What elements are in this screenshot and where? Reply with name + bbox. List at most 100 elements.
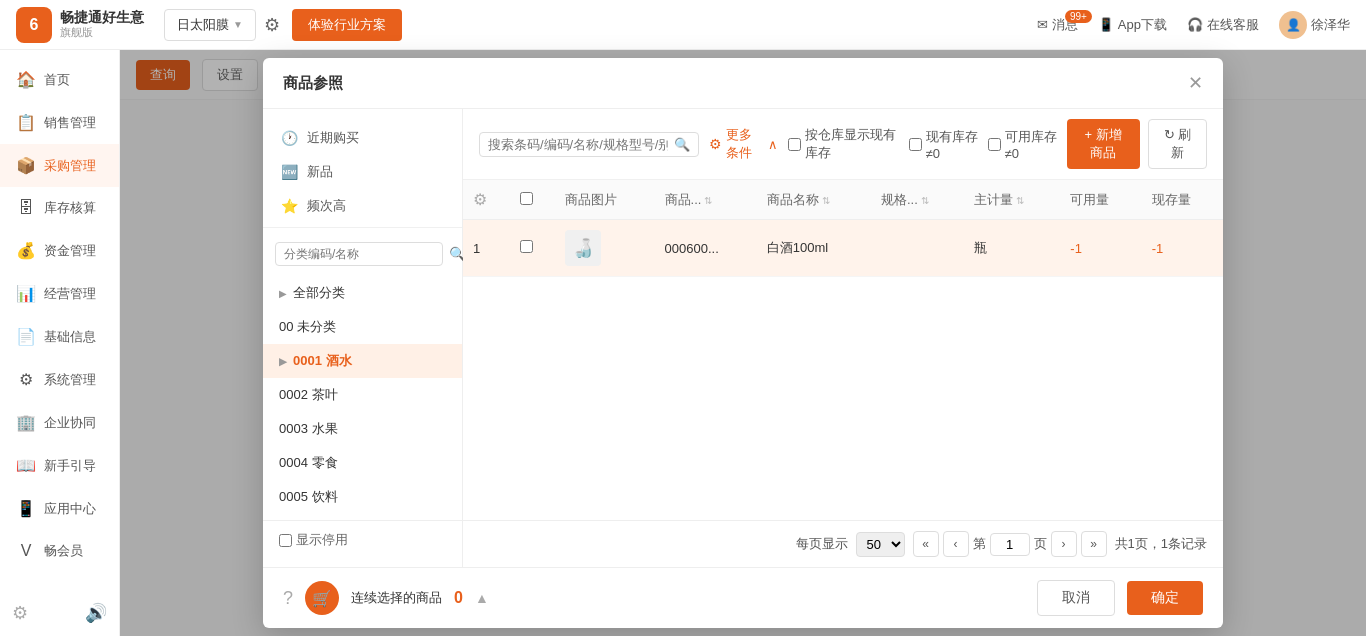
table-settings-icon[interactable]: ⚙ xyxy=(473,191,487,208)
product-table-container: ⚙ 商品图片 商品... 商品名称 规格... 主计量 可用量 现存量 xyxy=(463,180,1223,520)
collapse-icon[interactable]: ▲ xyxy=(475,590,489,606)
logo-text: 畅捷通好生意 旗舰版 xyxy=(60,9,144,41)
cell-index: 1 xyxy=(463,220,510,277)
new-icon: 🆕 xyxy=(279,164,299,180)
cat-item-0001[interactable]: ▶ 0001 酒水 xyxy=(263,344,462,378)
page-label: 第 xyxy=(973,535,986,553)
cancel-button[interactable]: 取消 xyxy=(1037,580,1115,616)
sidebar-item-purchase[interactable]: 📦 采购管理 xyxy=(0,144,119,187)
cell-available: -1 xyxy=(1060,220,1141,277)
col-spec[interactable]: 规格... xyxy=(871,180,964,220)
volume-icon[interactable]: 🔊 xyxy=(85,602,107,624)
sidebar-item-label: 畅会员 xyxy=(44,542,83,560)
basic-icon: 📄 xyxy=(16,327,36,346)
experience-button[interactable]: 体验行业方案 xyxy=(292,9,402,41)
close-icon[interactable]: ✕ xyxy=(1188,72,1203,94)
sidebar-item-inventory[interactable]: 🗄 库存核算 xyxy=(0,187,119,229)
table-row[interactable]: 1 🍶 000600... 白酒100ml 瓶 xyxy=(463,220,1223,277)
avatar: 👤 xyxy=(1279,11,1307,39)
gear-icon[interactable]: ⚙ xyxy=(264,14,280,36)
row-checkbox[interactable] xyxy=(520,240,533,253)
cat-item-0004[interactable]: 0004 零食 xyxy=(263,446,462,480)
logo-icon: 6 xyxy=(16,7,52,43)
usable-nonzero-checkbox[interactable] xyxy=(988,138,1001,151)
chevron-down-icon: ▼ xyxy=(233,19,243,30)
store-selector[interactable]: 日太阳膜 ▼ xyxy=(164,9,256,41)
right-panel: 🔍 ⚙ 更多条件 ∧ 按仓库显示现有库存 xyxy=(463,109,1223,567)
sidebar-item-guide[interactable]: 📖 新手引导 xyxy=(0,444,119,487)
sidebar-item-label: 企业协同 xyxy=(44,414,96,432)
service-nav-item[interactable]: 🎧 在线客服 xyxy=(1187,16,1259,34)
sidebar-item-member[interactable]: V 畅会员 xyxy=(0,530,119,572)
show-disabled-label[interactable]: 显示停用 xyxy=(279,531,348,549)
quick-item-new[interactable]: 🆕 新品 xyxy=(263,155,462,189)
cell-stock: -1 xyxy=(1142,220,1223,277)
last-page-button[interactable]: » xyxy=(1081,531,1107,557)
search-icon[interactable]: 🔍 xyxy=(674,137,690,152)
sidebar-item-operation[interactable]: 📊 经营管理 xyxy=(0,272,119,315)
quick-item-recent[interactable]: 🕐 近期购买 xyxy=(263,121,462,155)
filter-bar: 🔍 ⚙ 更多条件 ∧ 按仓库显示现有库存 xyxy=(463,109,1223,180)
more-conditions-button[interactable]: ⚙ 更多条件 ∧ xyxy=(709,126,778,162)
select-all-checkbox[interactable] xyxy=(520,192,533,205)
sidebar-item-label: 应用中心 xyxy=(44,500,96,518)
col-product-code[interactable]: 商品... xyxy=(655,180,757,220)
first-page-button[interactable]: « xyxy=(913,531,939,557)
sidebar-item-enterprise[interactable]: 🏢 企业协同 xyxy=(0,401,119,444)
modal-footer: ? 🛒 连续选择的商品 0 ▲ 取消 确定 xyxy=(263,567,1223,628)
page-size-select[interactable]: 50 xyxy=(856,532,905,557)
sidebar-item-label: 首页 xyxy=(44,71,70,89)
cell-spec xyxy=(871,220,964,277)
check-available-nonzero-filter[interactable]: 现有库存≠0 xyxy=(909,128,978,161)
available-nonzero-checkbox[interactable] xyxy=(909,138,922,151)
messages-nav-item[interactable]: ✉ 消息 99+ xyxy=(1037,16,1078,34)
sidebar-item-label: 销售管理 xyxy=(44,114,96,132)
category-search-area: 🔍 xyxy=(263,236,462,272)
cat-item-0002[interactable]: 0002 茶叶 xyxy=(263,378,462,412)
warehouse-checkbox[interactable] xyxy=(788,138,801,151)
show-disabled-checkbox[interactable] xyxy=(279,534,292,547)
help-icon[interactable]: ? xyxy=(283,588,293,609)
page-input[interactable] xyxy=(990,533,1030,556)
product-search-input[interactable] xyxy=(488,137,668,152)
left-panel: 🕐 近期购买 🆕 新品 ⭐ 频次高 xyxy=(263,109,463,567)
cart-icon[interactable]: 🛒 xyxy=(305,581,339,615)
confirm-button[interactable]: 确定 xyxy=(1127,581,1203,615)
enterprise-icon: 🏢 xyxy=(16,413,36,432)
sidebar-item-apps[interactable]: 📱 应用中心 xyxy=(0,487,119,530)
next-page-button[interactable]: › xyxy=(1051,531,1077,557)
cell-unit: 瓶 xyxy=(964,220,1060,277)
operation-icon: 📊 xyxy=(16,284,36,303)
sales-icon: 📋 xyxy=(16,113,36,132)
prev-page-button[interactable]: ‹ xyxy=(943,531,969,557)
sidebar-item-basic[interactable]: 📄 基础信息 xyxy=(0,315,119,358)
check-warehouse-filter[interactable]: 按仓库显示现有库存 xyxy=(788,126,899,162)
sidebar-item-home[interactable]: 🏠 首页 xyxy=(0,58,119,101)
sidebar-item-finance[interactable]: 💰 资金管理 xyxy=(0,229,119,272)
sidebar-item-system[interactable]: ⚙ 系统管理 xyxy=(0,358,119,401)
col-checkbox[interactable] xyxy=(510,180,555,220)
top-navigation: 6 畅捷通好生意 旗舰版 日太阳膜 ▼ ⚙ 体验行业方案 ✉ 消息 99+ 📱 … xyxy=(0,0,1366,50)
settings-bottom-icon[interactable]: ⚙ xyxy=(12,602,28,624)
recent-icon: 🕐 xyxy=(279,130,299,146)
quick-access: 🕐 近期购买 🆕 新品 ⭐ 频次高 xyxy=(263,117,462,228)
category-search-input[interactable] xyxy=(275,242,443,266)
col-settings[interactable]: ⚙ xyxy=(463,180,510,220)
cat-item-00[interactable]: 00 未分类 xyxy=(263,310,462,344)
cell-checkbox[interactable] xyxy=(510,220,555,277)
add-product-button[interactable]: + 新增商品 xyxy=(1067,119,1140,169)
cell-image: 🍶 xyxy=(555,220,654,277)
user-nav-item[interactable]: 👤 徐泽华 xyxy=(1279,11,1350,39)
background-content: 查询 设置 商品参照 ✕ 🕐 近期购买 xyxy=(120,50,1366,636)
col-product-name[interactable]: 商品名称 xyxy=(757,180,871,220)
quick-item-frequent[interactable]: ⭐ 频次高 xyxy=(263,189,462,223)
messages-badge: 99+ xyxy=(1065,10,1092,23)
cat-item-0005[interactable]: 0005 饮料 xyxy=(263,480,462,514)
cat-item-0003[interactable]: 0003 水果 xyxy=(263,412,462,446)
cat-item-all[interactable]: ▶ 全部分类 xyxy=(263,276,462,310)
col-unit[interactable]: 主计量 xyxy=(964,180,1060,220)
app-download-nav-item[interactable]: 📱 App下载 xyxy=(1098,16,1167,34)
sidebar-item-sales[interactable]: 📋 销售管理 xyxy=(0,101,119,144)
refresh-button[interactable]: ↻ 刷新 xyxy=(1148,119,1207,169)
check-usable-nonzero-filter[interactable]: 可用库存≠0 xyxy=(988,128,1057,161)
